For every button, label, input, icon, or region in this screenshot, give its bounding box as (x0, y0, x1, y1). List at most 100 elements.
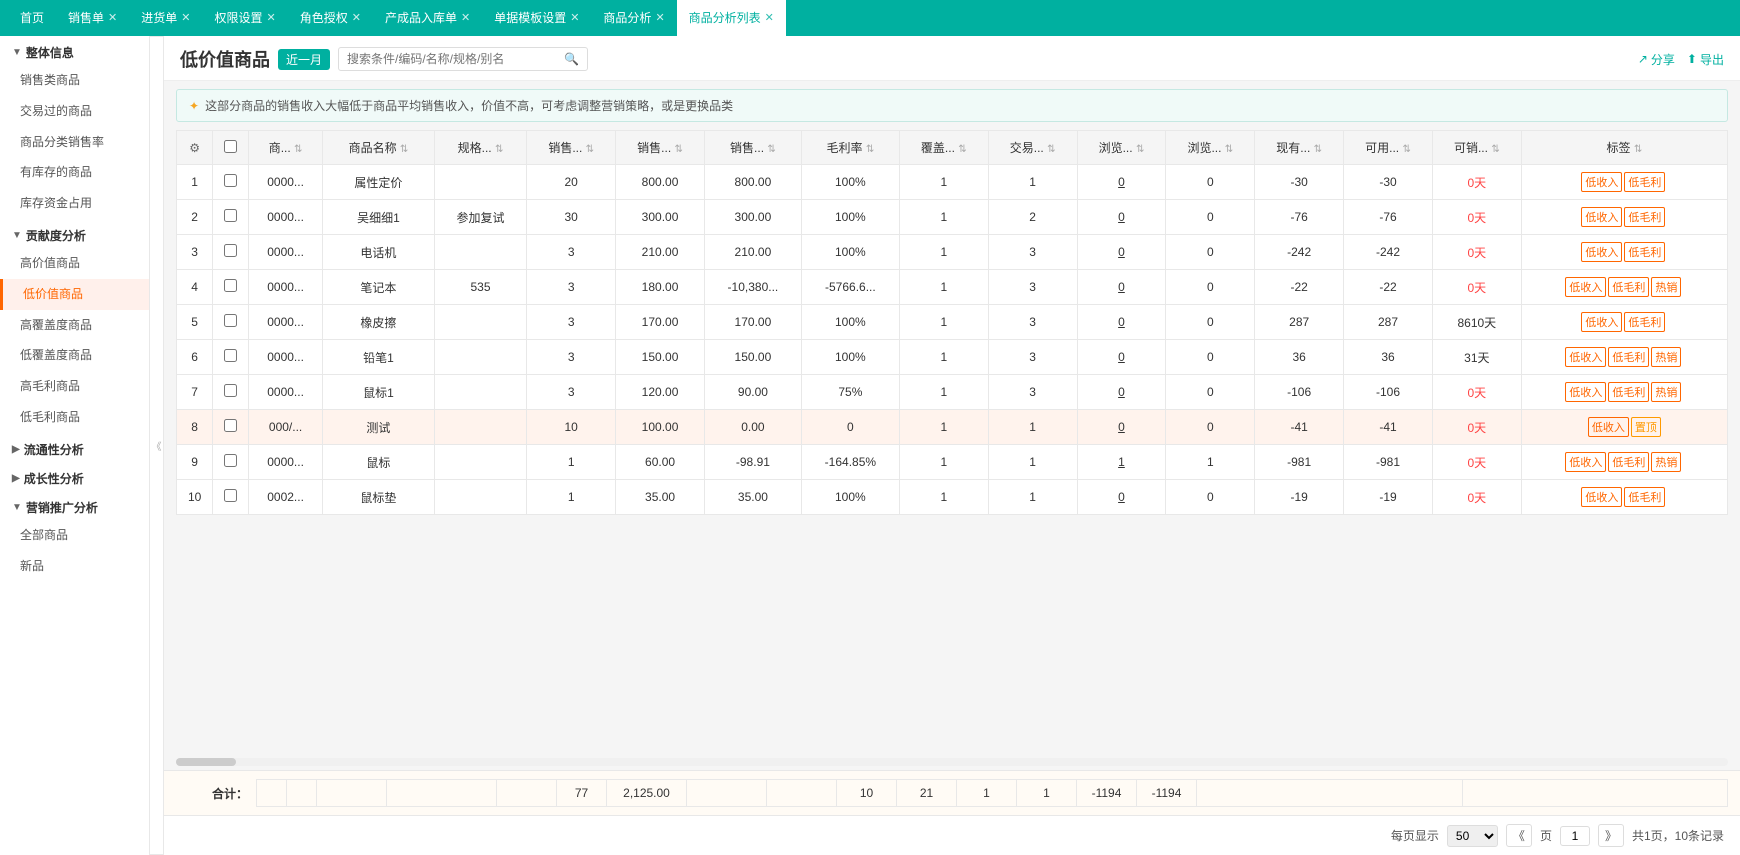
row-checkbox[interactable] (224, 244, 237, 257)
browse1-link[interactable]: 1 (1118, 455, 1125, 469)
sidebar-item-inventory-capital[interactable]: 库存资金占用 (0, 188, 149, 219)
table-container[interactable]: ⚙ 商... ⇅ 商品名称 ⇅ 规格... ⇅ 销售... ⇅ 销售... ⇅ … (176, 130, 1728, 758)
sort-icon[interactable]: ⇅ (586, 144, 594, 155)
row-checkbox[interactable] (224, 489, 237, 502)
cell-browse1[interactable]: 0 (1077, 270, 1166, 305)
search-icon[interactable]: 🔍 (564, 52, 579, 66)
sort-icon[interactable]: ⇅ (400, 144, 408, 155)
browse1-link[interactable]: 0 (1118, 350, 1125, 364)
nav-close-product-analysis-list[interactable]: ✕ (765, 0, 774, 36)
row-checkbox[interactable] (224, 279, 237, 292)
browse1-link[interactable]: 0 (1118, 420, 1125, 434)
sidebar-item-traded-products[interactable]: 交易过的商品 (0, 96, 149, 127)
sort-icon[interactable]: ⇅ (1314, 144, 1322, 155)
sidebar-item-high-value[interactable]: 高价值商品 (0, 248, 149, 279)
nav-close-roles[interactable]: ✕ (352, 0, 361, 36)
nav-permissions[interactable]: 权限设置 ✕ (202, 0, 287, 36)
cell-browse1[interactable]: 0 (1077, 235, 1166, 270)
nav-product-analysis-list[interactable]: 商品分析列表 ✕ (677, 0, 786, 36)
cell-checkbox[interactable] (213, 235, 249, 270)
browse1-link[interactable]: 0 (1118, 385, 1125, 399)
nav-close-inbound[interactable]: ✕ (461, 0, 470, 36)
sidebar-item-sales-products[interactable]: 销售类商品 (0, 65, 149, 96)
sidebar-item-stocked-products[interactable]: 有库存的商品 (0, 157, 149, 188)
row-checkbox[interactable] (224, 454, 237, 467)
cell-checkbox[interactable] (213, 270, 249, 305)
page-size-select[interactable]: 50 100 200 (1447, 825, 1498, 847)
row-checkbox[interactable] (224, 209, 237, 222)
search-box[interactable]: 🔍 (338, 47, 588, 71)
row-checkbox[interactable] (224, 174, 237, 187)
first-page-button[interactable]: 《 (1506, 824, 1532, 847)
sidebar-group-growth[interactable]: ▶ 成长性分析 (0, 462, 149, 491)
cell-browse1[interactable]: 0 (1077, 165, 1166, 200)
sidebar-item-high-coverage[interactable]: 高覆盖度商品 (0, 310, 149, 341)
share-button[interactable]: ↗ 分享 (1638, 51, 1675, 68)
sort-icon[interactable]: ⇅ (1402, 144, 1410, 155)
sidebar-item-low-coverage[interactable]: 低覆盖度商品 (0, 340, 149, 371)
nav-close-template[interactable]: ✕ (570, 0, 579, 36)
cell-checkbox[interactable] (213, 445, 249, 480)
nav-roles[interactable]: 角色授权 ✕ (288, 0, 373, 36)
sort-icon[interactable]: ⇅ (1225, 144, 1233, 155)
sidebar-collapse-button[interactable]: 《 (150, 36, 164, 855)
nav-close-purchase[interactable]: ✕ (181, 0, 190, 36)
time-tag-button[interactable]: 近一月 (278, 49, 330, 70)
sidebar-item-low-value[interactable]: 低价值商品 (0, 279, 149, 310)
sort-icon[interactable]: ⇅ (1491, 144, 1499, 155)
export-button[interactable]: ⬆ 导出 (1687, 51, 1724, 68)
sort-icon[interactable]: ⇅ (958, 144, 966, 155)
gear-icon[interactable]: ⚙ (189, 141, 200, 155)
sidebar-group-marketing[interactable]: ▼ 营销推广分析 (0, 491, 149, 520)
row-checkbox[interactable] (224, 314, 237, 327)
cell-checkbox[interactable] (213, 165, 249, 200)
nav-home[interactable]: 首页 (8, 0, 56, 36)
cell-checkbox[interactable] (213, 200, 249, 235)
sidebar-group-overall[interactable]: ▼ 整体信息 (0, 36, 149, 65)
cell-checkbox[interactable] (213, 305, 249, 340)
sidebar-group-circulation[interactable]: ▶ 流通性分析 (0, 433, 149, 462)
table-scrollbar[interactable] (176, 758, 1728, 766)
browse1-link[interactable]: 0 (1118, 175, 1125, 189)
sort-icon[interactable]: ⇅ (1136, 144, 1144, 155)
sort-icon[interactable]: ⇅ (866, 144, 874, 155)
scrollbar-thumb[interactable] (176, 758, 236, 766)
col-checkbox-all[interactable] (213, 131, 249, 165)
nav-close-sales[interactable]: ✕ (108, 0, 117, 36)
row-checkbox[interactable] (224, 384, 237, 397)
sidebar-item-all-products[interactable]: 全部商品 (0, 520, 149, 551)
row-checkbox[interactable] (224, 349, 237, 362)
browse1-link[interactable]: 0 (1118, 210, 1125, 224)
sort-icon[interactable]: ⇅ (495, 144, 503, 155)
cell-checkbox[interactable] (213, 375, 249, 410)
sidebar-item-new-products[interactable]: 新品 (0, 551, 149, 582)
nav-sales[interactable]: 销售单 ✕ (56, 0, 129, 36)
sidebar-group-contribution[interactable]: ▼ 贡献度分析 (0, 219, 149, 248)
browse1-link[interactable]: 0 (1118, 490, 1125, 504)
cell-checkbox[interactable] (213, 340, 249, 375)
row-checkbox[interactable] (224, 419, 237, 432)
search-input[interactable] (347, 52, 564, 66)
cell-checkbox[interactable] (213, 480, 249, 515)
sidebar-item-low-margin[interactable]: 低毛利商品 (0, 402, 149, 433)
cell-checkbox[interactable] (213, 410, 249, 445)
nav-close-product-analysis[interactable]: ✕ (655, 0, 664, 36)
cell-browse1[interactable]: 0 (1077, 410, 1166, 445)
sort-icon[interactable]: ⇅ (294, 144, 302, 155)
col-gear[interactable]: ⚙ (177, 131, 213, 165)
cell-browse1[interactable]: 0 (1077, 340, 1166, 375)
sidebar-item-category-sales[interactable]: 商品分类销售率 (0, 127, 149, 158)
cell-browse1[interactable]: 1 (1077, 445, 1166, 480)
nav-product-analysis[interactable]: 商品分析 ✕ (591, 0, 676, 36)
next-page-button[interactable]: 》 (1598, 824, 1624, 847)
nav-template[interactable]: 单据模板设置 ✕ (482, 0, 591, 36)
sidebar-item-high-margin[interactable]: 高毛利商品 (0, 371, 149, 402)
cell-browse1[interactable]: 0 (1077, 305, 1166, 340)
sort-icon[interactable]: ⇅ (767, 144, 775, 155)
sort-icon[interactable]: ⇅ (675, 144, 683, 155)
nav-close-permissions[interactable]: ✕ (267, 0, 276, 36)
page-number-input[interactable] (1560, 826, 1590, 846)
cell-browse1[interactable]: 0 (1077, 480, 1166, 515)
cell-browse1[interactable]: 0 (1077, 200, 1166, 235)
cell-browse1[interactable]: 0 (1077, 375, 1166, 410)
